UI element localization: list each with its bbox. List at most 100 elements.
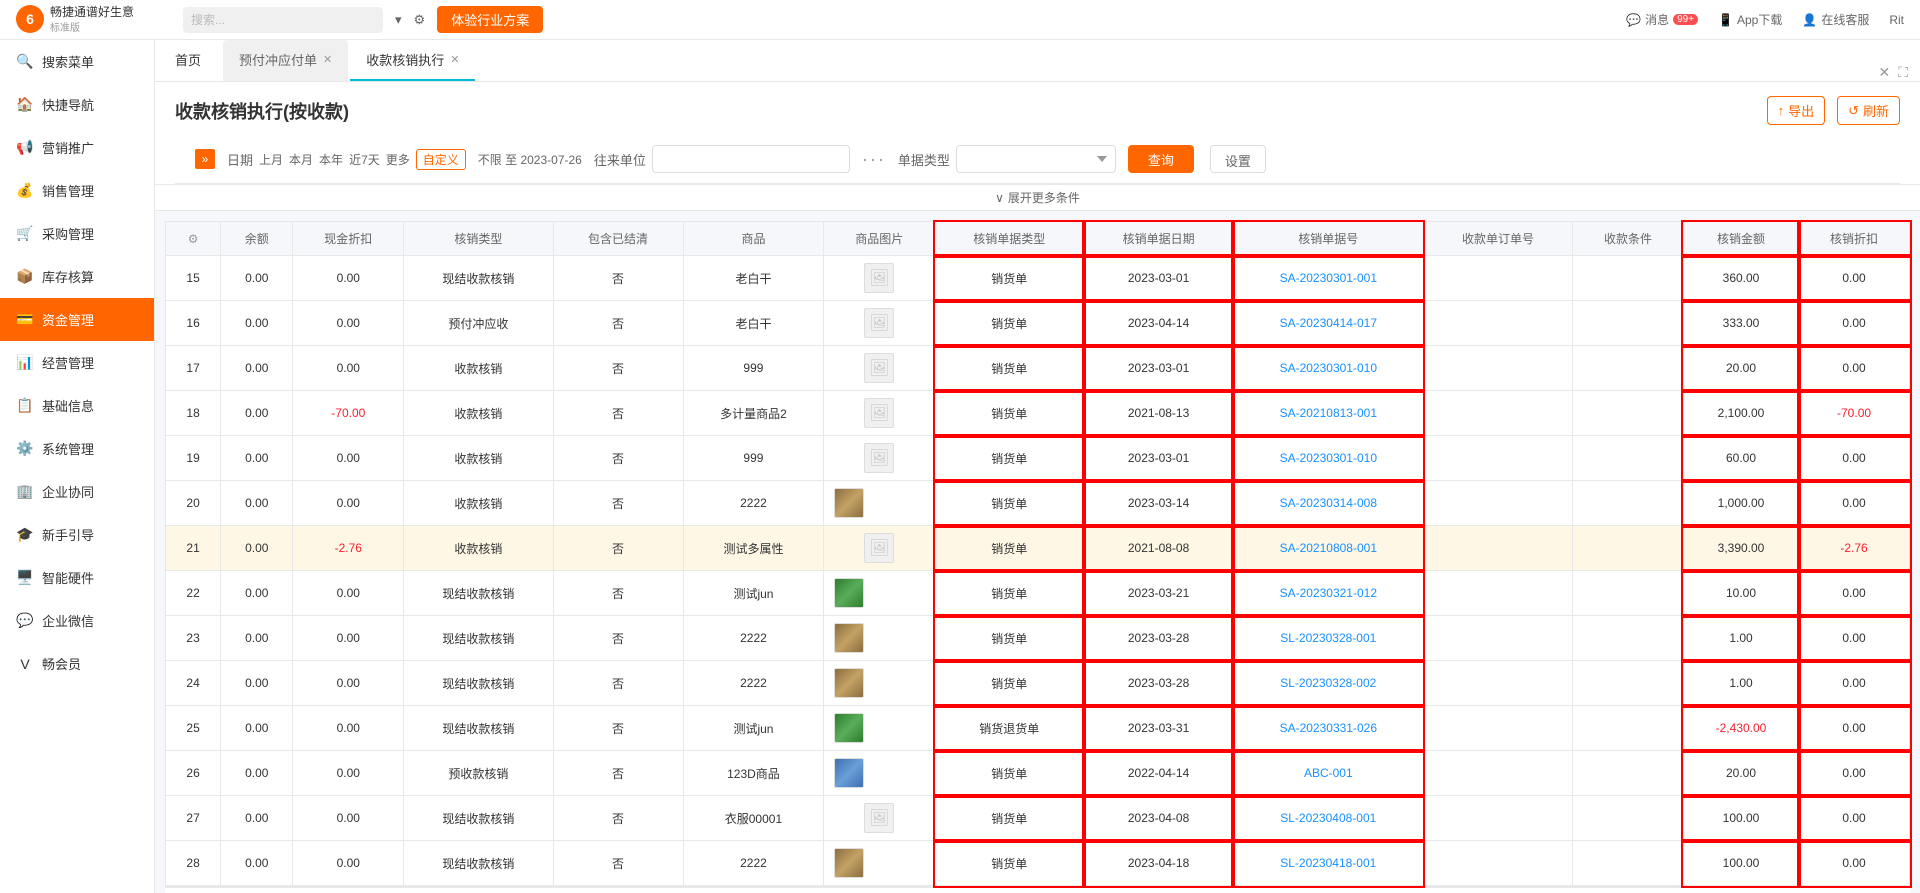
user-name[interactable]: Rit [1889, 13, 1904, 27]
th-voucher-no: 核销单据号 [1233, 222, 1423, 256]
voucher-no-link[interactable]: SL-20230328-002 [1280, 676, 1376, 690]
row-writeoff-type: 收款核销 [404, 526, 553, 571]
sidebar-item-enterprise[interactable]: 🏢 企业协同 [0, 470, 154, 513]
sidebar-item-system[interactable]: ⚙️ 系统管理 [0, 427, 154, 470]
sidebar-item-search[interactable]: 🔍 搜索菜单 [0, 40, 154, 83]
row-collect-order-no [1423, 256, 1572, 301]
date-this-year[interactable]: 本年 [319, 151, 343, 168]
date-this-month[interactable]: 本月 [289, 151, 313, 168]
row-writeoff-amount: 100.00 [1683, 841, 1798, 886]
row-voucher-date: 2023-04-14 [1084, 301, 1233, 346]
voucher-no-link[interactable]: SA-20230314-008 [1280, 496, 1377, 510]
window-close-icon[interactable]: ✕ [1878, 64, 1890, 81]
export-icon: ↑ [1778, 103, 1785, 118]
row-voucher-date: 2023-04-18 [1084, 841, 1233, 886]
date-more[interactable]: 更多 [386, 151, 410, 168]
sidebar-item-purchase[interactable]: 🛒 采购管理 [0, 212, 154, 255]
row-include-cleared: 否 [553, 616, 683, 661]
logo-text: 畅捷通谱好生意 [50, 5, 134, 19]
refresh-button[interactable]: ↺ 刷新 [1837, 96, 1900, 125]
building-icon: 🏢 [16, 483, 34, 501]
online-service-button[interactable]: 👤 在线客服 [1802, 11, 1869, 28]
date-7days[interactable]: 近7天 [349, 151, 380, 168]
row-writeoff-discount: 0.00 [1799, 436, 1910, 481]
settings-col-icon[interactable]: ⚙ [188, 232, 199, 246]
query-button[interactable]: 查询 [1128, 145, 1194, 173]
row-writeoff-discount: -2.76 [1799, 526, 1910, 571]
voucher-no-link[interactable]: ABC-001 [1304, 766, 1353, 780]
partner-input[interactable] [652, 145, 850, 173]
voucher-type-select[interactable] [956, 145, 1116, 173]
main-content: 首页 预付冲应付单 ✕ 收款核销执行 ✕ ✕ ⛶ 收款核销执行(按收款) [155, 40, 1920, 893]
app-download-button[interactable]: 📱 App下载 [1718, 11, 1782, 28]
row-include-cleared: 否 [553, 706, 683, 751]
voucher-no-link[interactable]: SA-20230414-017 [1280, 316, 1377, 330]
search-input[interactable]: 搜索... [183, 7, 383, 33]
table-row: 22 0.00 0.00 现结收款核销 否 测试jun 销货单 2023-03-… [166, 571, 1910, 616]
sidebar-item-operation[interactable]: 📊 经营管理 [0, 341, 154, 384]
table-area[interactable]: ⚙ 余额 现金折扣 核销类型 包含已结清 商品 商品图片 核销单据类型 核销单据… [155, 211, 1920, 893]
th-balance: 余额 [221, 222, 293, 256]
sidebar-item-sales[interactable]: 💰 销售管理 [0, 169, 154, 212]
product-image-house [834, 758, 864, 788]
tab-home[interactable]: 首页 [155, 40, 221, 81]
sidebar-label-hardware: 智能硬件 [42, 568, 94, 587]
voucher-no-link[interactable]: SA-20230331-026 [1280, 721, 1377, 735]
sidebar-item-guide[interactable]: 🎓 新手引导 [0, 513, 154, 556]
expand-more-bar: ∨ 展开更多条件 [155, 185, 1920, 211]
date-last-month[interactable]: 上月 [259, 151, 283, 168]
sidebar-item-capital[interactable]: 💳 资金管理 [0, 298, 154, 341]
message-button[interactable]: 💬 消息 99+ [1626, 11, 1698, 28]
settings-button[interactable]: 设置 [1210, 145, 1266, 173]
voucher-no-link[interactable]: SL-20230408-001 [1280, 811, 1376, 825]
sidebar-item-marketing[interactable]: 📢 营销推广 [0, 126, 154, 169]
row-writeoff-discount: 0.00 [1799, 661, 1910, 706]
product-image-empty: 🖼 [864, 443, 894, 473]
tab-close-collection[interactable]: ✕ [450, 53, 459, 66]
row-collect-condition [1573, 661, 1684, 706]
row-collect-condition [1573, 751, 1684, 796]
sidebar-item-quick[interactable]: 🏠 快捷导航 [0, 83, 154, 126]
sidebar-item-inventory[interactable]: 📦 库存核算 [0, 255, 154, 298]
row-goods-img: 🖼 [824, 301, 935, 346]
th-collect-order-no: 收款单订单号 [1423, 222, 1572, 256]
tab-close-prepay[interactable]: ✕ [323, 53, 332, 66]
row-writeoff-type: 收款核销 [404, 391, 553, 436]
th-writeoff-amount: 核销金额 [1683, 222, 1798, 256]
product-image-empty: 🖼 [864, 353, 894, 383]
table-header: ⚙ 余额 现金折扣 核销类型 包含已结清 商品 商品图片 核销单据类型 核销单据… [166, 222, 1910, 256]
tab-collection[interactable]: 收款核销执行 ✕ [350, 40, 475, 81]
dropdown-icon[interactable]: ▾ [395, 12, 402, 28]
voucher-no-link[interactable]: SA-20230301-010 [1280, 361, 1377, 375]
row-voucher-no: SA-20230321-012 [1233, 571, 1423, 616]
th-goods: 商品 [683, 222, 824, 256]
more-filters-icon[interactable]: ··· [862, 149, 886, 170]
export-button[interactable]: ↑ 导出 [1767, 96, 1826, 125]
row-no: 26 [166, 751, 221, 796]
date-custom[interactable]: 自定义 [416, 149, 466, 170]
filter-expand-button[interactable]: » [195, 149, 215, 169]
row-goods-img: 🖼 [824, 256, 935, 301]
row-collect-condition [1573, 301, 1684, 346]
sidebar-item-member[interactable]: V 畅会员 [0, 642, 154, 685]
voucher-no-link[interactable]: SA-20230321-012 [1280, 586, 1377, 600]
voucher-no-link[interactable]: SL-20230418-001 [1280, 856, 1376, 870]
gear-icon[interactable]: ⚙ [414, 12, 426, 28]
tab-prepay[interactable]: 预付冲应付单 ✕ [223, 40, 348, 81]
row-no: 20 [166, 481, 221, 526]
voucher-no-link[interactable]: SA-20210808-001 [1280, 541, 1377, 555]
row-balance: 0.00 [221, 616, 293, 661]
voucher-no-link[interactable]: SA-20230301-001 [1280, 271, 1377, 285]
th-settings[interactable]: ⚙ [166, 222, 221, 256]
row-balance: 0.00 [221, 256, 293, 301]
voucher-no-link[interactable]: SA-20210813-001 [1280, 406, 1377, 420]
voucher-no-link[interactable]: SA-20230301-010 [1280, 451, 1377, 465]
logo-sub: 标准版 [50, 19, 134, 34]
sidebar-item-wechat[interactable]: 💬 企业微信 [0, 599, 154, 642]
sidebar-item-basic[interactable]: 📋 基础信息 [0, 384, 154, 427]
expand-more-button[interactable]: ∨ 展开更多条件 [995, 189, 1080, 206]
sidebar-item-hardware[interactable]: 🖥️ 智能硬件 [0, 556, 154, 599]
trial-button[interactable]: 体验行业方案 [437, 6, 543, 33]
window-maximize-icon[interactable]: ⛶ [1898, 64, 1908, 81]
voucher-no-link[interactable]: SL-20230328-001 [1280, 631, 1376, 645]
